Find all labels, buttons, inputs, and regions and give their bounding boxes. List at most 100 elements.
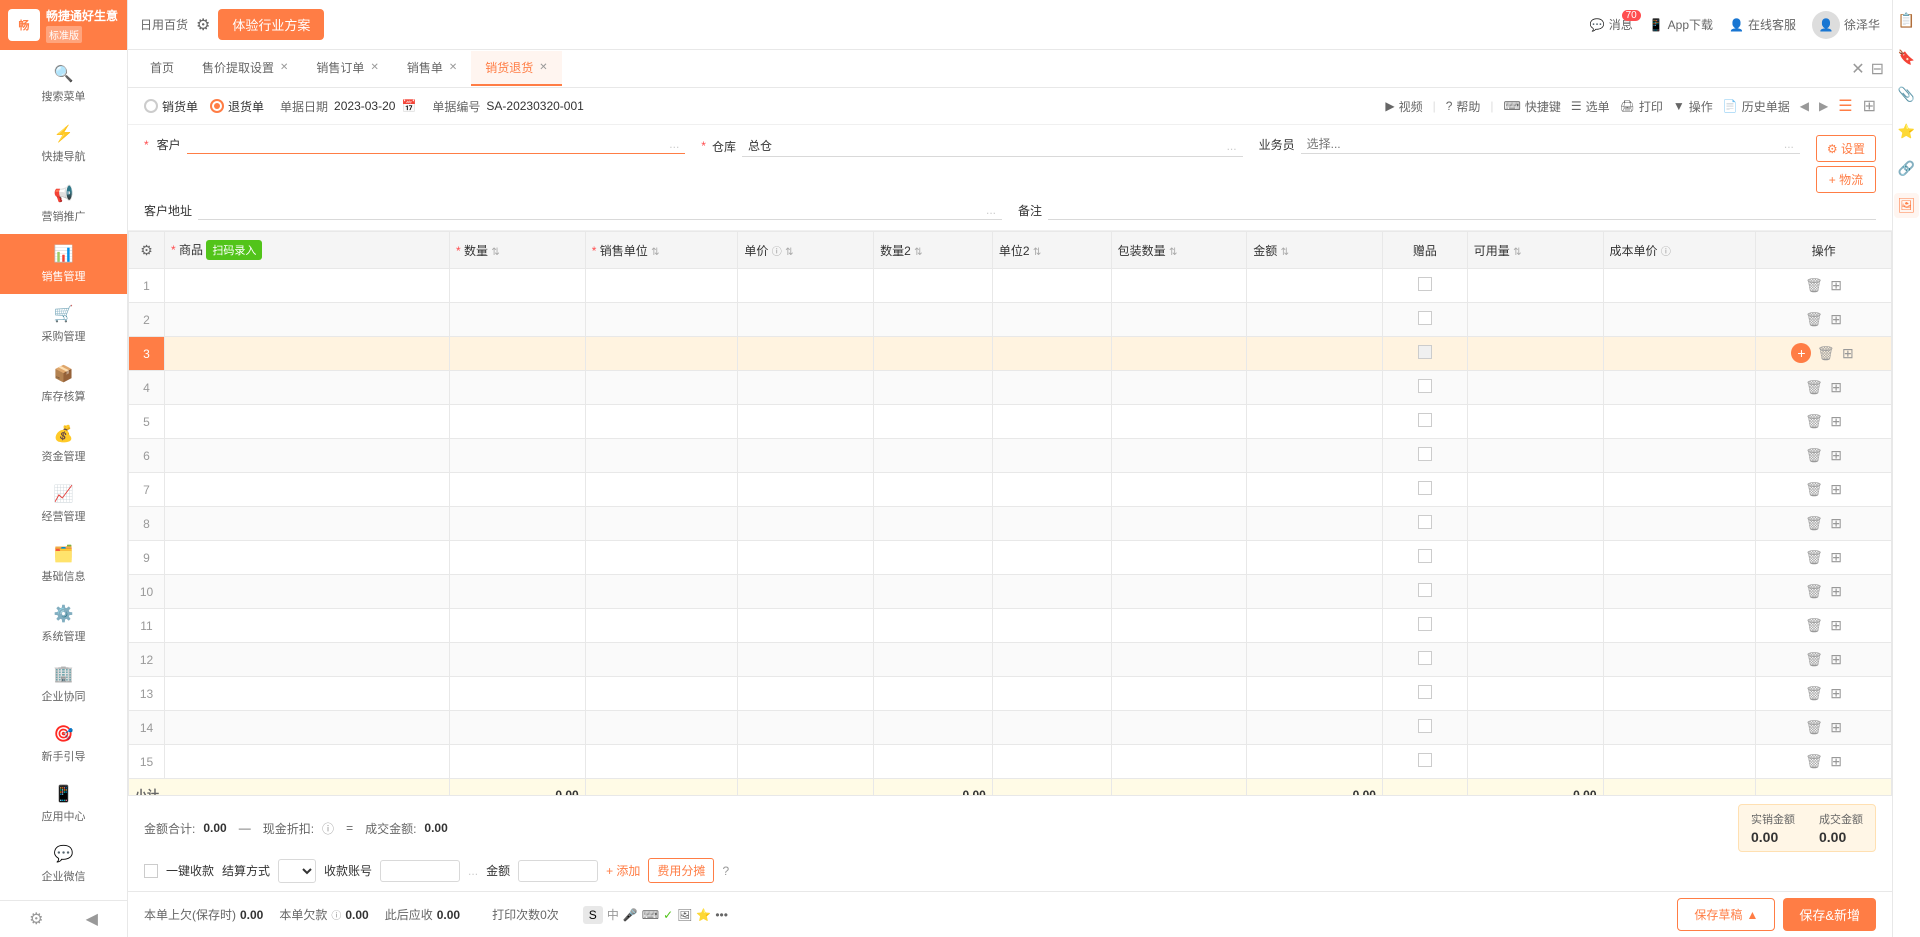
address-input[interactable] [204,203,986,217]
cell-quantity[interactable] [450,269,586,303]
cell-unit[interactable] [585,473,738,507]
goods-input[interactable] [171,721,443,735]
cell-available[interactable] [1467,575,1603,609]
cell-unit[interactable] [585,609,738,643]
cell-unit2[interactable] [992,541,1111,575]
app-download-btn[interactable]: 📱 App下载 [1649,16,1713,33]
copy-row-btn[interactable]: ⊞ [1828,309,1844,330]
delete-row-btn[interactable]: 🗑 [1803,445,1825,466]
cell-amount[interactable] [1247,337,1383,371]
cell-pkg-qty[interactable] [1111,405,1247,439]
cell-gift[interactable] [1382,337,1467,371]
cell-amount[interactable] [1247,541,1383,575]
tab-close-order[interactable]: ✕ [370,62,378,73]
gift-checkbox[interactable] [1418,719,1432,733]
toolbar-operation[interactable]: ▼ 操作 [1673,98,1713,115]
cell-price[interactable] [738,473,874,507]
cell-price[interactable] [738,405,874,439]
tab-close-return[interactable]: ✕ [539,62,547,73]
cell-quantity[interactable] [450,405,586,439]
cell-qty2[interactable] [874,303,993,337]
delete-row-btn[interactable]: 🗑 [1803,751,1825,772]
cell-price[interactable] [738,541,874,575]
copy-row-btn[interactable]: ⊞ [1828,479,1844,500]
cell-amount[interactable] [1247,303,1383,337]
delete-row-btn[interactable]: 🗑 [1803,717,1825,738]
toolbar-shortcut[interactable]: ⌨ 快捷键 [1504,98,1561,115]
sort-unit-icon[interactable]: ⇅ [651,247,659,258]
trial-button[interactable]: 体验行业方案 [218,9,324,40]
tab-sales[interactable]: 销售单 ✕ [393,51,471,86]
nav-prev-icon[interactable]: ◀ [1800,99,1809,113]
delete-row-btn[interactable]: 🗑 [1803,683,1825,704]
cell-unit2[interactable] [992,575,1111,609]
cell-amount[interactable] [1247,405,1383,439]
one-key-checkbox[interactable] [144,864,158,878]
gift-checkbox[interactable] [1418,345,1432,359]
cell-cost-price[interactable] [1603,439,1756,473]
cell-cost-price[interactable] [1603,269,1756,303]
cell-gift[interactable] [1382,371,1467,405]
gift-checkbox[interactable] [1418,651,1432,665]
cell-unit2[interactable] [992,439,1111,473]
toolbar-history[interactable]: 📄 历史单据 [1723,98,1790,115]
copy-row-btn[interactable]: ⊞ [1828,717,1844,738]
cell-available[interactable] [1467,371,1603,405]
sidebar-item-wechat[interactable]: 💬 企业微信 [0,834,127,894]
cell-goods[interactable] [165,269,450,303]
gift-checkbox[interactable] [1418,753,1432,767]
cell-quantity[interactable] [450,745,586,779]
goods-input[interactable] [171,483,443,497]
draft-dropdown-icon[interactable]: ▲ [1746,908,1758,922]
delete-row-btn[interactable]: 🗑 [1803,411,1825,432]
cell-unit[interactable] [585,643,738,677]
cell-available[interactable] [1467,405,1603,439]
cell-pkg-qty[interactable] [1111,711,1247,745]
cell-amount[interactable] [1247,439,1383,473]
delete-row-btn[interactable]: 🗑 [1803,581,1825,602]
goods-input[interactable] [171,347,443,361]
goods-input[interactable] [171,279,443,293]
cell-goods[interactable] [165,541,450,575]
cell-gift[interactable] [1382,745,1467,779]
warehouse-more-icon[interactable]: ... [1227,139,1237,153]
cell-quantity[interactable] [450,575,586,609]
gift-checkbox[interactable] [1418,583,1432,597]
cell-quantity[interactable] [450,473,586,507]
account-input[interactable] [380,860,460,882]
cell-available[interactable] [1467,643,1603,677]
sidebar-item-system[interactable]: ⚙️ 系统管理 [0,594,127,654]
scan-button[interactable]: 扫码录入 [206,240,262,260]
cell-unit[interactable] [585,677,738,711]
toolbar-help[interactable]: ? 帮助 [1446,98,1481,115]
cell-amount[interactable] [1247,643,1383,677]
cell-qty2[interactable] [874,541,993,575]
cell-unit[interactable] [585,711,738,745]
sidebar-item-inventory[interactable]: 📦 库存核算 [0,354,127,414]
delete-row-btn[interactable]: 🗑 [1803,479,1825,500]
copy-row-btn[interactable]: ⊞ [1828,683,1844,704]
right-link-icon[interactable]: 🔗 [1894,156,1919,181]
sidebar-item-purchase[interactable]: 🛒 采购管理 [0,294,127,354]
column-settings-icon[interactable]: ⚙ [140,242,153,258]
cell-qty2[interactable] [874,473,993,507]
cell-unit[interactable] [585,337,738,371]
cell-quantity[interactable] [450,711,586,745]
cell-price[interactable] [738,677,874,711]
cell-cost-price[interactable] [1603,303,1756,337]
cell-price[interactable] [738,575,874,609]
tool-icon-star[interactable]: ⭐ [696,908,711,922]
goods-input[interactable] [171,449,443,463]
cell-pkg-qty[interactable] [1111,371,1247,405]
sidebar-item-shortcut[interactable]: ⚡ 快捷导航 [0,114,127,174]
view-grid-icon[interactable]: ⊞ [1863,96,1876,116]
goods-input[interactable] [171,653,443,667]
sidebar-settings-btn[interactable]: ⚙ [29,909,43,929]
cell-gift[interactable] [1382,269,1467,303]
user-menu-btn[interactable]: 👤 徐泽华 [1812,11,1880,39]
cell-available[interactable] [1467,439,1603,473]
sidebar-item-operations[interactable]: 📈 经营管理 [0,474,127,534]
delete-row-btn[interactable]: 🗑 [1803,615,1825,636]
tab-menu-icon[interactable]: ⊟ [1871,59,1884,79]
right-star-icon[interactable]: ⭐ [1894,119,1919,144]
